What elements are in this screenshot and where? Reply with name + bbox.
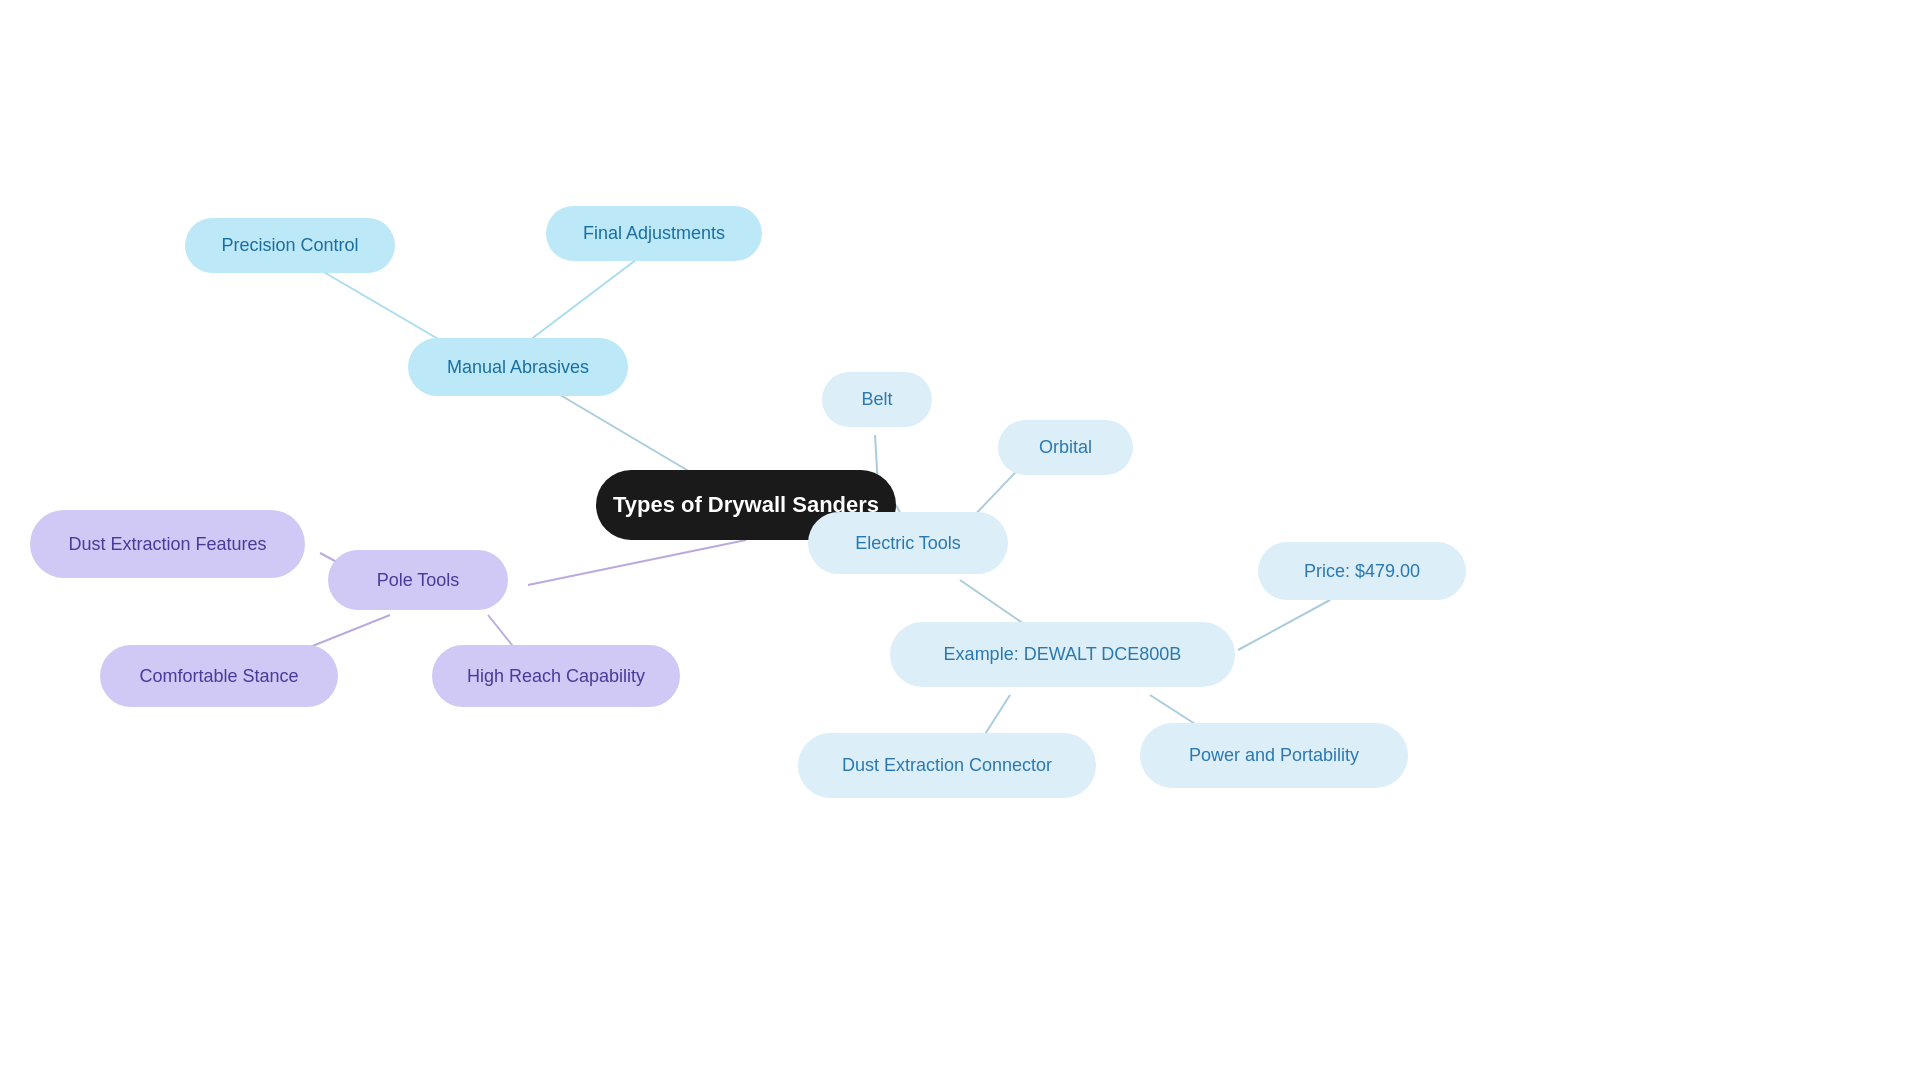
electric-tools-node: Electric Tools <box>808 512 1008 574</box>
orbital-node: Orbital <box>998 420 1133 475</box>
comfortable-stance-node: Comfortable Stance <box>100 645 338 707</box>
comfortable-stance-label: Comfortable Stance <box>139 666 298 687</box>
high-reach-capability-label: High Reach Capability <box>467 666 645 687</box>
example-dewalt-label: Example: DEWALT DCE800B <box>944 644 1182 665</box>
belt-label: Belt <box>861 389 892 410</box>
dust-extraction-connector-label: Dust Extraction Connector <box>842 755 1052 776</box>
electric-tools-label: Electric Tools <box>855 533 961 554</box>
dust-extraction-features-label: Dust Extraction Features <box>68 534 266 555</box>
orbital-label: Orbital <box>1039 437 1092 458</box>
pole-tools-node: Pole Tools <box>328 550 508 610</box>
dust-extraction-features-node: Dust Extraction Features <box>30 510 305 578</box>
belt-node: Belt <box>822 372 932 427</box>
final-adjustments-node: Final Adjustments <box>546 206 762 261</box>
example-dewalt-node: Example: DEWALT DCE800B <box>890 622 1235 687</box>
svg-line-3 <box>528 540 746 585</box>
dust-extraction-connector-node: Dust Extraction Connector <box>798 733 1096 798</box>
power-and-portability-label: Power and Portability <box>1189 745 1359 766</box>
precision-control-label: Precision Control <box>221 235 358 256</box>
power-and-portability-node: Power and Portability <box>1140 723 1408 788</box>
pole-tools-label: Pole Tools <box>377 570 460 591</box>
manual-abrasives-node: Manual Abrasives <box>408 338 628 396</box>
final-adjustments-label: Final Adjustments <box>583 223 725 244</box>
price-node: Price: $479.00 <box>1258 542 1466 600</box>
precision-control-node: Precision Control <box>185 218 395 273</box>
svg-line-11 <box>1238 600 1330 650</box>
high-reach-capability-node: High Reach Capability <box>432 645 680 707</box>
price-label: Price: $479.00 <box>1304 561 1420 582</box>
manual-abrasives-label: Manual Abrasives <box>447 357 589 378</box>
